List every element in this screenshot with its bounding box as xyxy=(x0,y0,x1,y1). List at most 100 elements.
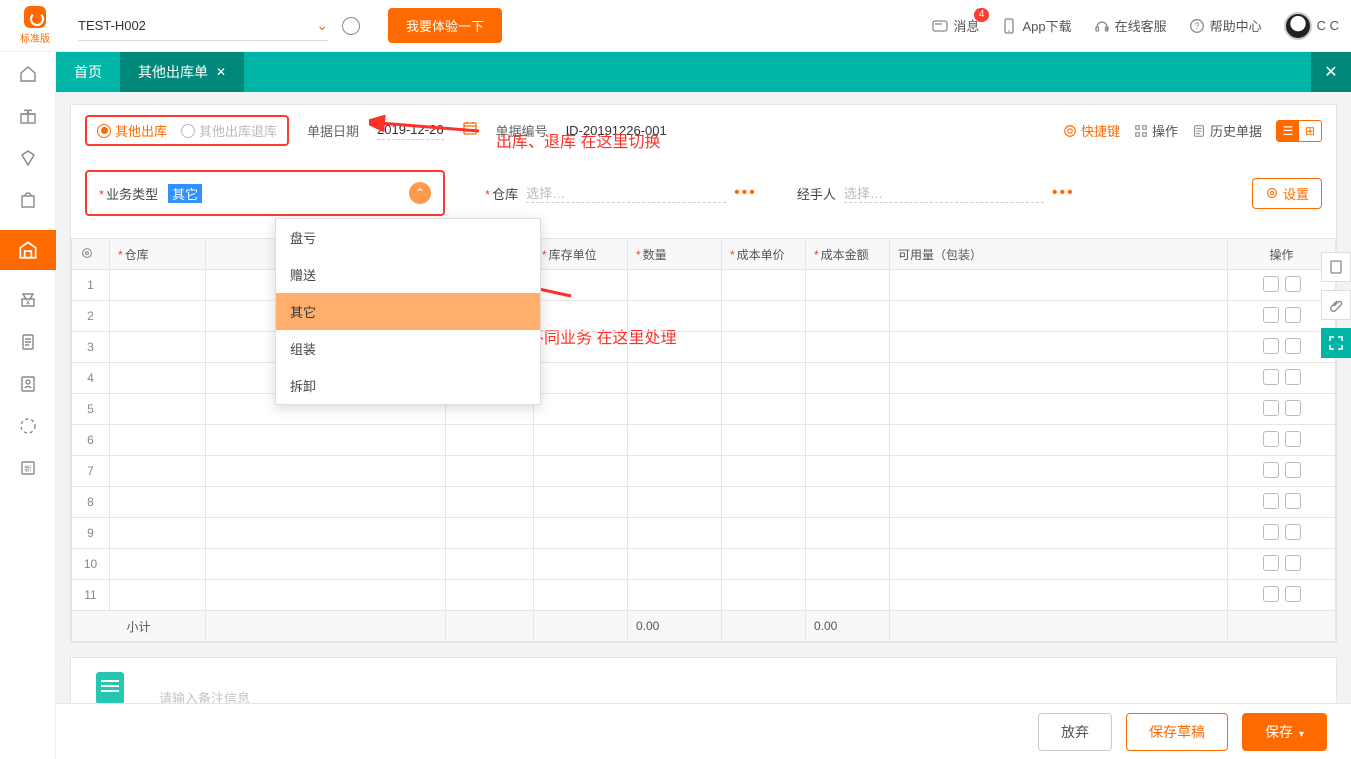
cell-cost[interactable] xyxy=(722,425,806,456)
cell-code[interactable] xyxy=(446,549,534,580)
cell-unit[interactable] xyxy=(534,580,628,611)
add-icon[interactable] xyxy=(1285,493,1301,509)
settings-button[interactable]: 设置 xyxy=(1252,178,1322,209)
delete-icon[interactable] xyxy=(1263,307,1279,323)
table-row[interactable]: 6 xyxy=(72,425,1336,456)
ops-link[interactable]: 操作 xyxy=(1134,121,1178,140)
cell-amount[interactable] xyxy=(806,549,890,580)
delete-icon[interactable] xyxy=(1263,400,1279,416)
delete-icon[interactable] xyxy=(1263,276,1279,292)
cell-warehouse[interactable] xyxy=(110,332,206,363)
add-icon[interactable] xyxy=(1285,586,1301,602)
table-row[interactable]: 4 xyxy=(72,363,1336,394)
cell-qty[interactable] xyxy=(628,301,722,332)
delete-icon[interactable] xyxy=(1263,462,1279,478)
warehouse-input[interactable]: 选择… xyxy=(526,183,726,203)
save-draft-button[interactable]: 保存草稿 xyxy=(1126,713,1228,751)
handler-field[interactable]: 经手人 选择… ••• xyxy=(797,183,1075,203)
nav-home-icon[interactable] xyxy=(16,62,40,86)
cell-qty[interactable] xyxy=(628,580,722,611)
cell-amount[interactable] xyxy=(806,332,890,363)
cell-amount[interactable] xyxy=(806,425,890,456)
cell-warehouse[interactable] xyxy=(110,363,206,394)
nav-contact-icon[interactable] xyxy=(16,372,40,396)
cell-cost[interactable] xyxy=(722,394,806,425)
radio-outbound[interactable]: 其他出库 xyxy=(97,121,167,140)
cell-qty[interactable] xyxy=(628,332,722,363)
biz-option[interactable]: 赠送 xyxy=(276,256,540,293)
attachment-icon[interactable] xyxy=(1321,290,1351,320)
biz-option[interactable]: 拆卸 xyxy=(276,367,540,404)
delete-icon[interactable] xyxy=(1263,586,1279,602)
cell-unit[interactable] xyxy=(534,487,628,518)
gear-icon[interactable] xyxy=(342,17,360,35)
handler-input[interactable]: 选择… xyxy=(844,183,1044,203)
nav-new-icon[interactable]: 新 xyxy=(16,456,40,480)
expand-icon[interactable] xyxy=(1321,328,1351,358)
cell-unit[interactable] xyxy=(534,332,628,363)
cell-cost[interactable] xyxy=(722,487,806,518)
delete-icon[interactable] xyxy=(1263,555,1279,571)
add-icon[interactable] xyxy=(1285,400,1301,416)
cell-cost[interactable] xyxy=(722,301,806,332)
add-icon[interactable] xyxy=(1285,338,1301,354)
delete-icon[interactable] xyxy=(1263,431,1279,447)
cell-warehouse[interactable] xyxy=(110,425,206,456)
cell-warehouse[interactable] xyxy=(110,301,206,332)
add-icon[interactable] xyxy=(1285,462,1301,478)
add-icon[interactable] xyxy=(1285,276,1301,292)
grid-view-icon[interactable]: ⊞ xyxy=(1299,121,1321,141)
table-row[interactable]: 7 xyxy=(72,456,1336,487)
cell-unit[interactable] xyxy=(534,270,628,301)
table-row[interactable]: 8 xyxy=(72,487,1336,518)
table-row[interactable]: 3 xyxy=(72,332,1336,363)
add-icon[interactable] xyxy=(1285,431,1301,447)
cell-warehouse[interactable] xyxy=(110,270,206,301)
cell-qty[interactable] xyxy=(628,363,722,394)
biz-option[interactable]: 其它 xyxy=(276,293,540,330)
view-toggle[interactable]: ☰ ⊞ xyxy=(1276,120,1322,142)
cell-qty[interactable] xyxy=(628,270,722,301)
more-icon[interactable]: ••• xyxy=(1052,184,1075,202)
cell-qty[interactable] xyxy=(628,394,722,425)
cell-unit[interactable] xyxy=(534,518,628,549)
delete-icon[interactable] xyxy=(1263,369,1279,385)
table-row[interactable]: 10 xyxy=(72,549,1336,580)
cell-code[interactable] xyxy=(446,518,534,549)
add-icon[interactable] xyxy=(1285,524,1301,540)
cell-warehouse[interactable] xyxy=(110,580,206,611)
app-download-link[interactable]: App下载 xyxy=(1001,16,1071,35)
cell-unit[interactable] xyxy=(534,394,628,425)
discard-button[interactable]: 放弃 xyxy=(1038,713,1112,751)
cell-qty[interactable] xyxy=(628,456,722,487)
cell-code[interactable] xyxy=(446,580,534,611)
biz-option[interactable]: 组装 xyxy=(276,330,540,367)
cell-cost[interactable] xyxy=(722,332,806,363)
chevron-up-icon[interactable]: ⌃ xyxy=(409,182,431,204)
nav-diamond-icon[interactable] xyxy=(16,146,40,170)
cell-code[interactable] xyxy=(446,487,534,518)
cell-qty[interactable] xyxy=(628,549,722,580)
cell-code[interactable] xyxy=(446,425,534,456)
nav-gift-icon[interactable] xyxy=(16,104,40,128)
add-icon[interactable] xyxy=(1285,369,1301,385)
nav-bag-icon[interactable] xyxy=(16,188,40,212)
delete-icon[interactable] xyxy=(1263,338,1279,354)
cell-amount[interactable] xyxy=(806,301,890,332)
close-icon[interactable]: ✕ xyxy=(216,65,226,79)
cell-amount[interactable] xyxy=(806,270,890,301)
cell-warehouse[interactable] xyxy=(110,518,206,549)
help-link[interactable]: ? 帮助中心 xyxy=(1189,16,1262,35)
cell-warehouse[interactable] xyxy=(110,394,206,425)
cell-unit[interactable] xyxy=(534,301,628,332)
radio-return[interactable]: 其他出库退库 xyxy=(181,121,277,140)
table-row[interactable]: 11 xyxy=(72,580,1336,611)
table-row[interactable]: 2 xyxy=(72,301,1336,332)
cell-amount[interactable] xyxy=(806,456,890,487)
cell-cost[interactable] xyxy=(722,518,806,549)
save-button[interactable]: 保存▾ xyxy=(1242,713,1327,751)
biz-option[interactable]: 盘亏 xyxy=(276,219,540,256)
tab-other-outbound[interactable]: 其他出库单 ✕ xyxy=(120,52,244,92)
cell-amount[interactable] xyxy=(806,394,890,425)
cell-warehouse[interactable] xyxy=(110,487,206,518)
